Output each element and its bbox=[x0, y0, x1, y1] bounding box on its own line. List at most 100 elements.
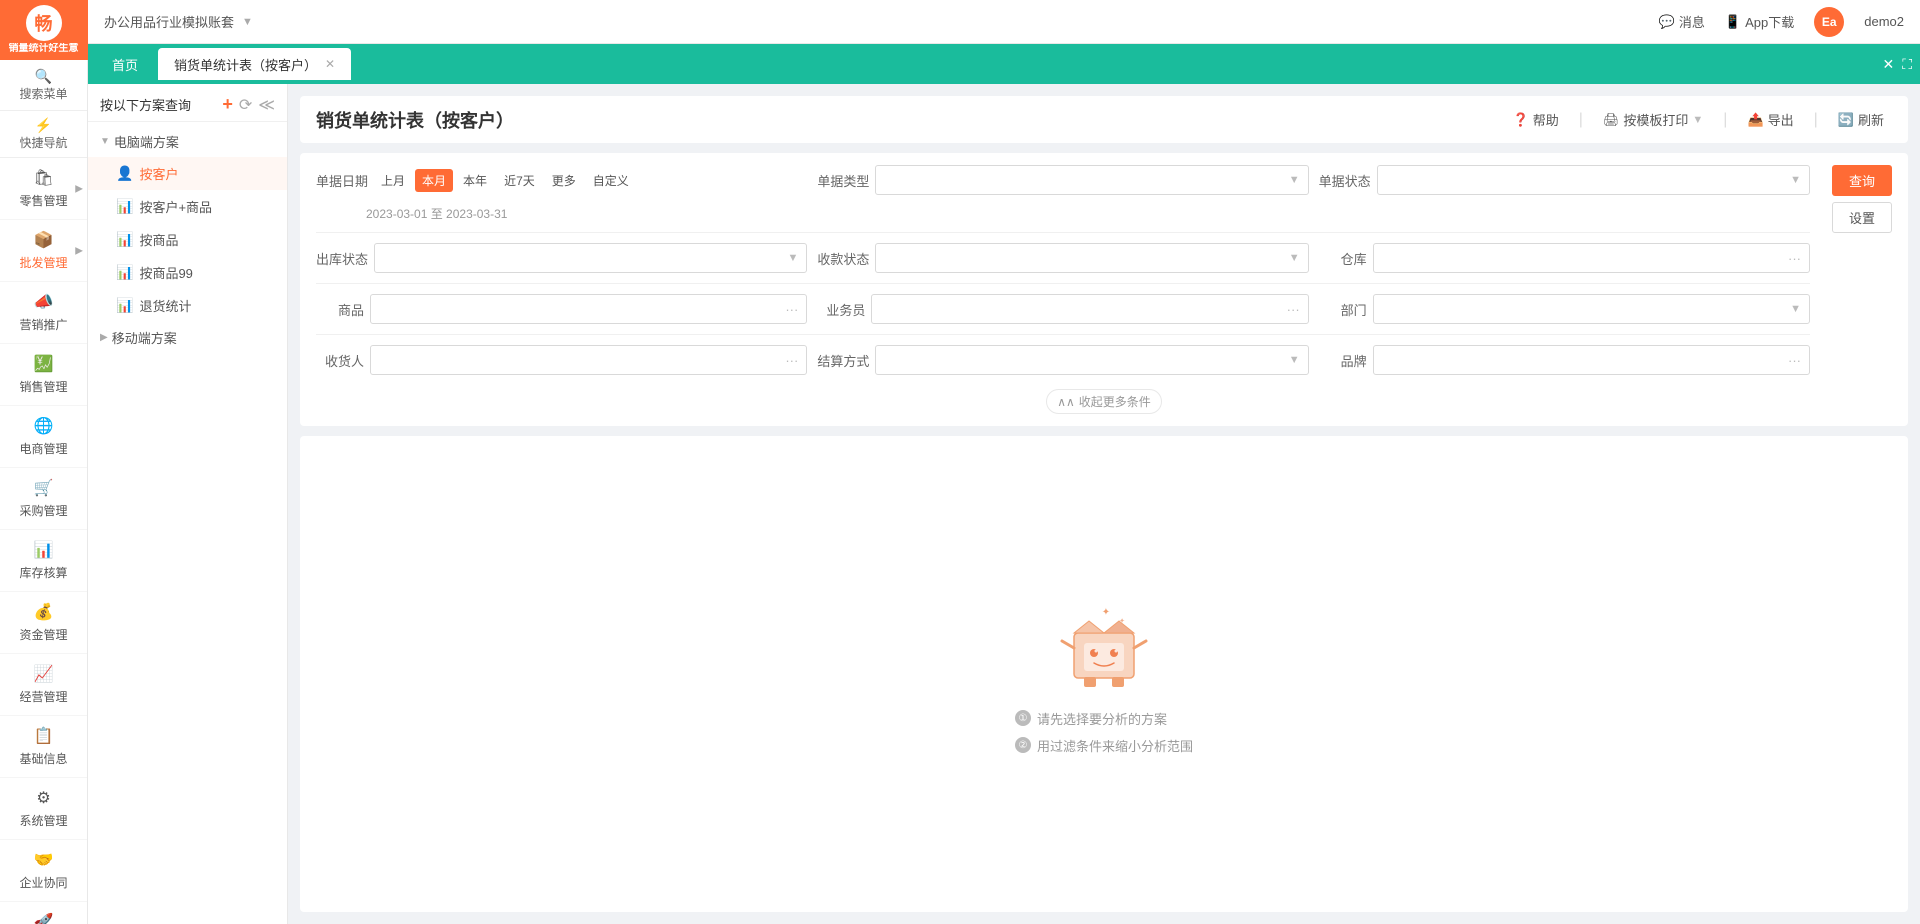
doc-status-field: 单据状态 ▼ bbox=[1319, 165, 1810, 195]
receipt-status-control[interactable]: ▼ bbox=[875, 243, 1308, 273]
refresh-btn[interactable]: 🔄 刷新 bbox=[1830, 106, 1892, 133]
doc-status-control[interactable]: ▼ bbox=[1377, 165, 1810, 195]
sidebar-item-system[interactable]: ⚙ 系统管理 bbox=[0, 778, 87, 840]
collapse-button[interactable]: ∧∧ 收起更多条件 bbox=[1046, 389, 1162, 414]
sidebar-item-label-inventory: 库存核算 bbox=[19, 564, 67, 581]
empty-hint-1: ① 请先选择要分析的方案 bbox=[1015, 709, 1193, 728]
sidebar-item-label-operation: 经营管理 bbox=[19, 688, 67, 705]
header-right: 💬 消息 📱 App下载 Ea demo2 bbox=[1659, 7, 1904, 37]
tree-group-header-desktop[interactable]: ▼ 电脑端方案 bbox=[88, 126, 287, 157]
empty-state: ✦ ✦ ① 请先选择要分析的方案 ② 用过滤条件来缩小分析范围 bbox=[1015, 593, 1193, 755]
recipient-control[interactable]: ··· bbox=[370, 345, 807, 375]
right-panel: 销货单统计表（按客户） ❓ 帮助 | 🖨 按模板打印 ▼ | 📤 bbox=[288, 84, 1920, 924]
sidebar-item-ecommerce[interactable]: 🌐 电商管理 bbox=[0, 406, 87, 468]
mobile-label: 移动端方案 bbox=[112, 328, 177, 347]
sidebar-item-purchase[interactable]: 🛒 采购管理 bbox=[0, 468, 87, 530]
filter-area: 单据日期 上月本月本年近7天更多自定义 单据类型 ▼ bbox=[300, 153, 1908, 426]
receipt-status-label: 收款状态 bbox=[817, 249, 869, 268]
settlement-label: 结算方式 bbox=[817, 351, 869, 370]
date-tab-custom[interactable]: 自定义 bbox=[586, 169, 636, 192]
page-actions: ❓ 帮助 | 🖨 按模板打印 ▼ | 📤 导出 | bbox=[1505, 106, 1893, 133]
goods-control[interactable]: ··· bbox=[370, 294, 807, 324]
section-divider-3 bbox=[316, 334, 1810, 335]
filter-row-2: 出库状态 ▼ 收款状态 ▼ bbox=[316, 243, 1810, 273]
brand-label: 品牌 bbox=[1319, 351, 1367, 370]
recipient-label: 收货人 bbox=[316, 351, 364, 370]
maximize-icon[interactable]: ⛶ bbox=[1902, 56, 1912, 73]
tree-item-by-goods99[interactable]: 📊 按商品99 bbox=[88, 256, 287, 289]
sidebar-menu: 🛍 零售管理 ▶ 📦 批发管理 ▶ 📣 营销推广 💹 销售管理 🌐 电商管理 🛒… bbox=[0, 158, 87, 924]
export-btn[interactable]: 📤 导出 bbox=[1739, 106, 1801, 133]
search-menu[interactable]: 🔍 搜索菜单 bbox=[0, 60, 87, 111]
refresh-icon: 🔄 bbox=[1838, 112, 1854, 128]
scheme-refresh-icon[interactable]: ⟳ bbox=[239, 95, 252, 115]
sidebar-item-basic[interactable]: 📋 基础信息 bbox=[0, 716, 87, 778]
wholesale-arrow-icon: ▶ bbox=[75, 245, 83, 256]
quick-nav[interactable]: ⚡ 快捷导航 bbox=[0, 111, 87, 158]
date-tab-this-year[interactable]: 本年 bbox=[456, 169, 494, 192]
help-btn[interactable]: ❓ 帮助 bbox=[1505, 106, 1567, 133]
sidebar-item-operation[interactable]: 📈 经营管理 bbox=[0, 654, 87, 716]
tab-sales-stat[interactable]: 销货单统计表（按客户） ✕ bbox=[158, 48, 351, 80]
newbie-icon: 🚀 bbox=[34, 912, 54, 924]
date-tab-last-7[interactable]: 近7天 bbox=[497, 169, 542, 192]
sidebar-item-marketing[interactable]: 📣 营销推广 bbox=[0, 282, 87, 344]
sidebar-item-coop[interactable]: 🤝 企业协同 bbox=[0, 840, 87, 902]
scheme-panel-actions: + ⟳ ≪ bbox=[222, 94, 275, 115]
tree-group-header-mobile[interactable]: ▶ 移动端方案 bbox=[88, 322, 287, 353]
basic-icon: 📋 bbox=[34, 726, 54, 746]
sidebar-item-sales[interactable]: 💹 销售管理 bbox=[0, 344, 87, 406]
by-goods99-tree-label: 按商品99 bbox=[139, 263, 192, 282]
brand-control[interactable]: ··· bbox=[1373, 345, 1810, 375]
out-status-control[interactable]: ▼ bbox=[374, 243, 807, 273]
print-icon: 🖨 bbox=[1603, 112, 1620, 128]
settlement-field: 结算方式 ▼ bbox=[817, 345, 1308, 375]
salesperson-control[interactable]: ··· bbox=[871, 294, 1308, 324]
date-tabs: 上月本月本年近7天更多自定义 bbox=[374, 169, 636, 192]
sidebar-item-retail[interactable]: 🛍 零售管理 ▶ bbox=[0, 158, 87, 220]
sidebar-item-inventory[interactable]: 📊 库存核算 bbox=[0, 530, 87, 592]
department-control[interactable]: ▼ bbox=[1373, 294, 1810, 324]
messages-btn[interactable]: 💬 消息 bbox=[1659, 12, 1705, 31]
scheme-collapse-icon[interactable]: ≪ bbox=[258, 95, 275, 115]
tree-item-return-stat[interactable]: 📊 退货统计 bbox=[88, 289, 287, 322]
warehouse-field: 仓库 ··· bbox=[1319, 243, 1810, 273]
settings-button[interactable]: 设置 bbox=[1832, 202, 1892, 233]
date-range-row: 2023-03-01 至 2023-03-31 bbox=[316, 205, 1810, 222]
date-tab-this-month[interactable]: 本月 bbox=[415, 169, 453, 192]
doc-type-control[interactable]: ▼ bbox=[875, 165, 1308, 195]
query-button[interactable]: 查询 bbox=[1832, 165, 1892, 196]
warehouse-control[interactable]: ··· bbox=[1373, 243, 1810, 273]
salesperson-field: 业务员 ··· bbox=[817, 294, 1308, 324]
warehouse-dots: ··· bbox=[1788, 251, 1801, 266]
out-status-field: 出库状态 ▼ bbox=[316, 243, 807, 273]
desktop-expand-icon: ▼ bbox=[100, 136, 110, 147]
sidebar-item-wholesale[interactable]: 📦 批发管理 ▶ bbox=[0, 220, 87, 282]
settlement-chevron: ▼ bbox=[1289, 354, 1300, 366]
tree-item-by-customer[interactable]: 👤 按客户 bbox=[88, 157, 287, 190]
tree-item-by-goods[interactable]: 📊 按商品 bbox=[88, 223, 287, 256]
scheme-add-btn[interactable]: + bbox=[222, 94, 233, 115]
company-dropdown-icon[interactable]: ▼ bbox=[242, 16, 253, 28]
by-customer-goods-tree-label: 按客户+商品 bbox=[139, 197, 212, 216]
sidebar-item-finance[interactable]: 💰 资金管理 bbox=[0, 592, 87, 654]
sidebar-item-newbie[interactable]: 🚀 新手引导 bbox=[0, 902, 87, 924]
collapse-bar: ∧∧ 收起更多条件 bbox=[316, 389, 1892, 414]
receipt-status-field: 收款状态 ▼ bbox=[817, 243, 1308, 273]
settlement-control[interactable]: ▼ bbox=[875, 345, 1308, 375]
date-tab-more[interactable]: 更多 bbox=[545, 169, 583, 192]
company-title: 办公用品行业模拟账套 bbox=[104, 12, 234, 31]
tab-home[interactable]: 首页 bbox=[96, 48, 154, 80]
tree-item-by-customer-goods[interactable]: 📊 按客户+商品 bbox=[88, 190, 287, 223]
tab-bar: 首页 销货单统计表（按客户） ✕ ✕ ⛶ bbox=[88, 44, 1920, 84]
desktop-label: 电脑端方案 bbox=[114, 132, 179, 151]
avatar[interactable]: Ea bbox=[1814, 7, 1844, 37]
date-tab-last-month[interactable]: 上月 bbox=[374, 169, 412, 192]
print-dropdown-icon[interactable]: ▼ bbox=[1692, 114, 1703, 126]
close-window-icon[interactable]: ✕ bbox=[1882, 56, 1894, 73]
app-download-btn[interactable]: 📱 App下载 bbox=[1725, 12, 1794, 31]
logo-icon: 畅 bbox=[26, 5, 62, 41]
doc-type-chevron: ▼ bbox=[1289, 174, 1300, 186]
print-btn[interactable]: 🖨 按模板打印 ▼ bbox=[1595, 106, 1711, 133]
close-tab-icon[interactable]: ✕ bbox=[325, 57, 335, 71]
